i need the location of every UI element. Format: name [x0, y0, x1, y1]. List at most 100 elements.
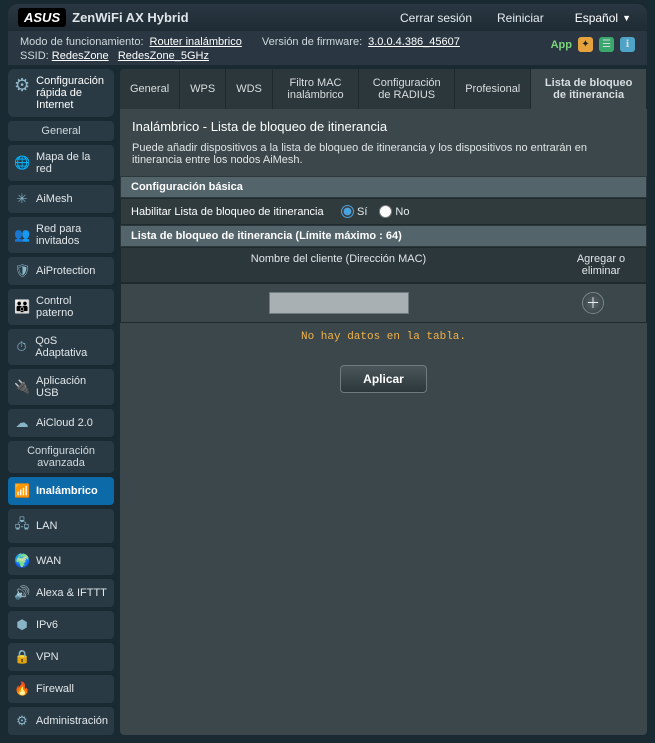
sidebar-item-label: Control paterno [36, 295, 108, 319]
family-icon: 👪 [14, 299, 30, 315]
enable-row: Habilitar Lista de bloqueo de itineranci… [120, 198, 647, 225]
radio-yes[interactable]: Sí [341, 205, 367, 218]
cloud-icon: ☁ [14, 415, 30, 431]
top-bar: ASUS ZenWiFi AX Hybrid Cerrar sesión Rei… [8, 4, 647, 31]
tab-roaming-block[interactable]: Lista de bloqueo de itinerancia [531, 69, 647, 109]
firmware-label: Versión de firmware: [262, 36, 362, 48]
app-label: App [551, 39, 572, 51]
sidebar-item-wireless[interactable]: 📶 Inalámbrico [8, 477, 114, 505]
quick-line2: rápida de Internet [36, 87, 108, 111]
info-icon[interactable]: ℹ [620, 37, 635, 52]
sidebar-item-label: VPN [36, 651, 59, 663]
basic-config-header: Configuración básica [120, 176, 647, 198]
feedback-icon[interactable]: ☰ [599, 37, 614, 52]
info-band: Modo de funcionamiento: Router inalámbri… [8, 31, 647, 65]
tab-professional[interactable]: Profesional [455, 69, 531, 109]
firmware-value-link[interactable]: 3.0.0.4.386_45607 [368, 36, 460, 48]
wifi-icon: 📶 [14, 483, 30, 499]
radio-no-input[interactable] [379, 205, 392, 218]
plus-icon: ＋ [586, 293, 600, 313]
quick-line1: Configuración [36, 75, 108, 87]
usb-icon: 🔌 [14, 379, 30, 395]
sidebar-item-wan[interactable]: 🌍 WAN [8, 547, 114, 575]
sidebar-item-ipv6[interactable]: ⬢ IPv6 [8, 611, 114, 639]
sidebar-item-aimesh[interactable]: ✳ AiMesh [8, 185, 114, 213]
model-name: ZenWiFi AX Hybrid [72, 10, 188, 25]
sidebar-item-label: WAN [36, 555, 61, 567]
mode-label: Modo de funcionamiento: [20, 36, 144, 48]
sidebar-item-aicloud[interactable]: ☁ AiCloud 2.0 [8, 409, 114, 437]
sidebar-item-admin[interactable]: ⚙Administración [8, 707, 114, 735]
sidebar-group-general: General [8, 121, 114, 141]
col-client: Nombre del cliente (Dirección MAC) [121, 248, 556, 282]
fire-icon: 🔥 [14, 681, 30, 697]
ipv6-icon: ⬢ [14, 617, 30, 633]
radio-yes-input[interactable] [341, 205, 354, 218]
logout-link[interactable]: Cerrar sesión [400, 11, 472, 25]
mesh-icon: ✳ [14, 191, 30, 207]
col-action: Agregar o eliminar [556, 248, 646, 282]
sidebar-item-label: Aplicación USB [36, 375, 108, 399]
sidebar-item-label: AiMesh [36, 193, 73, 205]
app-store-icon[interactable]: ✦ [578, 37, 593, 52]
lock-icon: 🔒 [14, 649, 30, 665]
sidebar-item-label: Alexa & IFTTT [36, 587, 107, 599]
sidebar-item-label: LAN [36, 520, 57, 532]
lan-icon: 🖧 [14, 515, 30, 537]
sidebar-item-qos[interactable]: ⏱ QoS Adaptativa [8, 329, 114, 365]
mode-value-link[interactable]: Router inalámbrico [150, 36, 242, 48]
sidebar-item-parental[interactable]: 👪 Control paterno [8, 289, 114, 325]
tab-bar: General WPS WDS Filtro MAC inalámbrico C… [120, 69, 647, 109]
ssid2-link[interactable]: RedesZone_5GHz [118, 50, 209, 62]
tab-mac-filter[interactable]: Filtro MAC inalámbrico [273, 69, 359, 109]
sidebar-item-network-map[interactable]: 🌐Mapa de la red [8, 145, 114, 181]
radio-yes-label: Sí [357, 206, 367, 218]
radio-no-label: No [395, 206, 409, 218]
sidebar-item-alexa[interactable]: 🔊 Alexa & IFTTT [8, 579, 114, 607]
sidebar-item-guest[interactable]: 👥Red para invitados [8, 217, 114, 253]
sidebar-item-label: Firewall [36, 683, 74, 695]
tab-wds[interactable]: WDS [226, 69, 273, 109]
admin-icon: ⚙ [14, 713, 30, 729]
sidebar-item-label: AiCloud 2.0 [36, 417, 93, 429]
voice-icon: 🔊 [14, 585, 30, 601]
sidebar-group-advanced: Configuración avanzada [8, 441, 114, 473]
table-header: Nombre del cliente (Dirección MAC) Agreg… [120, 247, 647, 283]
sidebar-item-lan[interactable]: 🖧 LAN [8, 509, 114, 543]
table-input-row: ＋ [120, 283, 647, 323]
page-description: Puede añadir dispositivos a la lista de … [120, 142, 647, 176]
page-title: Inalámbrico - Lista de bloqueo de itiner… [120, 109, 647, 142]
wan-icon: 🌍 [14, 553, 30, 569]
sidebar-item-label: QoS Adaptativa [35, 335, 108, 359]
ssid-label: SSID: [20, 50, 49, 62]
sidebar-item-firewall[interactable]: 🔥 Firewall [8, 675, 114, 703]
sidebar-item-label: IPv6 [36, 619, 58, 631]
tab-radius[interactable]: Configuración de RADIUS [359, 69, 455, 109]
reboot-link[interactable]: Reiniciar [497, 11, 544, 25]
gauge-icon: ⏱ [14, 339, 29, 355]
sidebar-item-label: Inalámbrico [36, 485, 98, 497]
sidebar-item-usb[interactable]: 🔌 Aplicación USB [8, 369, 114, 405]
ssid1-link[interactable]: RedesZone [52, 50, 109, 62]
radio-no[interactable]: No [379, 205, 409, 218]
sidebar-item-label: Mapa de la red [36, 151, 108, 175]
language-label: Español [575, 11, 618, 25]
quick-setup-button[interactable]: ⚙ Configuración rápida de Internet [8, 69, 114, 117]
mac-address-input[interactable] [269, 292, 409, 314]
gear-globe-icon: ⚙ [14, 75, 30, 96]
language-selector[interactable]: Español ▼ [569, 9, 637, 27]
shield-icon: 🛡 [14, 263, 30, 279]
enable-label: Habilitar Lista de bloqueo de itineranci… [131, 206, 341, 218]
sidebar-item-label: AiProtection [36, 265, 95, 277]
no-data-message: No hay datos en la tabla. [120, 323, 647, 351]
chevron-down-icon: ▼ [622, 13, 631, 23]
sidebar-item-aiprotection[interactable]: 🛡 AiProtection [8, 257, 114, 285]
sidebar-item-vpn[interactable]: 🔒 VPN [8, 643, 114, 671]
apply-button[interactable]: Aplicar [340, 365, 427, 393]
add-button[interactable]: ＋ [582, 292, 604, 314]
sidebar-item-label: Red para invitados [36, 223, 108, 247]
tab-general[interactable]: General [120, 69, 180, 109]
tab-wps[interactable]: WPS [180, 69, 226, 109]
list-header: Lista de bloqueo de itinerancia (Límite … [120, 225, 647, 247]
sidebar: ⚙ Configuración rápida de Internet Gener… [8, 69, 114, 735]
